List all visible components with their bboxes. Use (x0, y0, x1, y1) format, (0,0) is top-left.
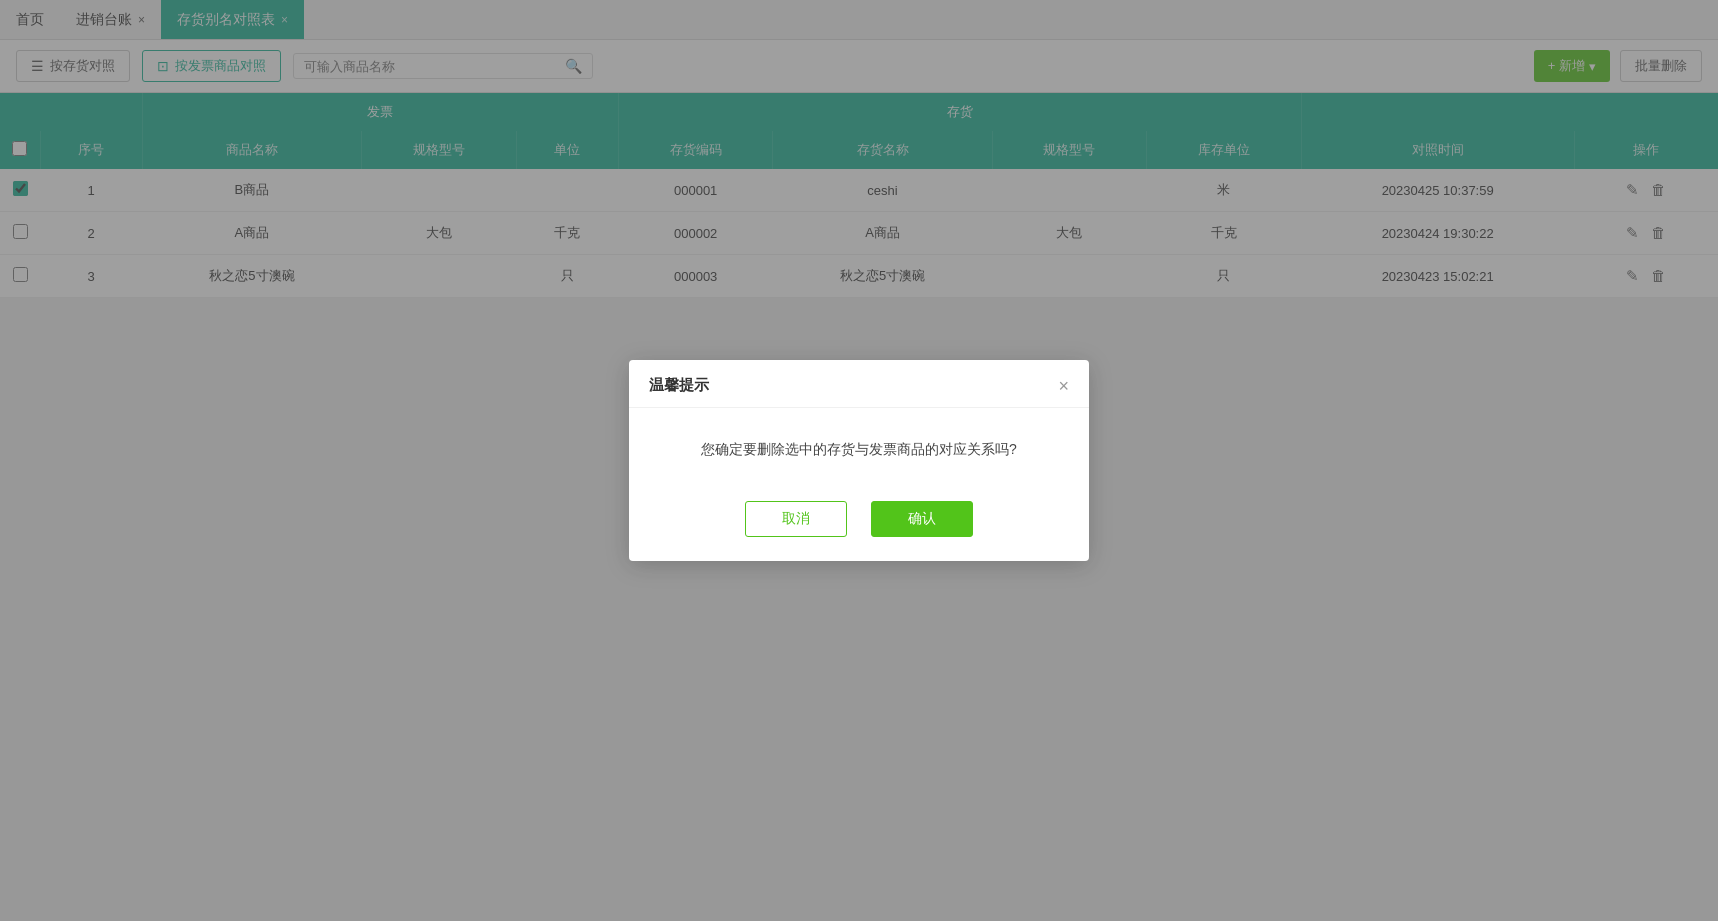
modal-overlay: 温馨提示 × 您确定要删除选中的存货与发票商品的对应关系吗? 取消 确认 (0, 0, 1718, 298)
